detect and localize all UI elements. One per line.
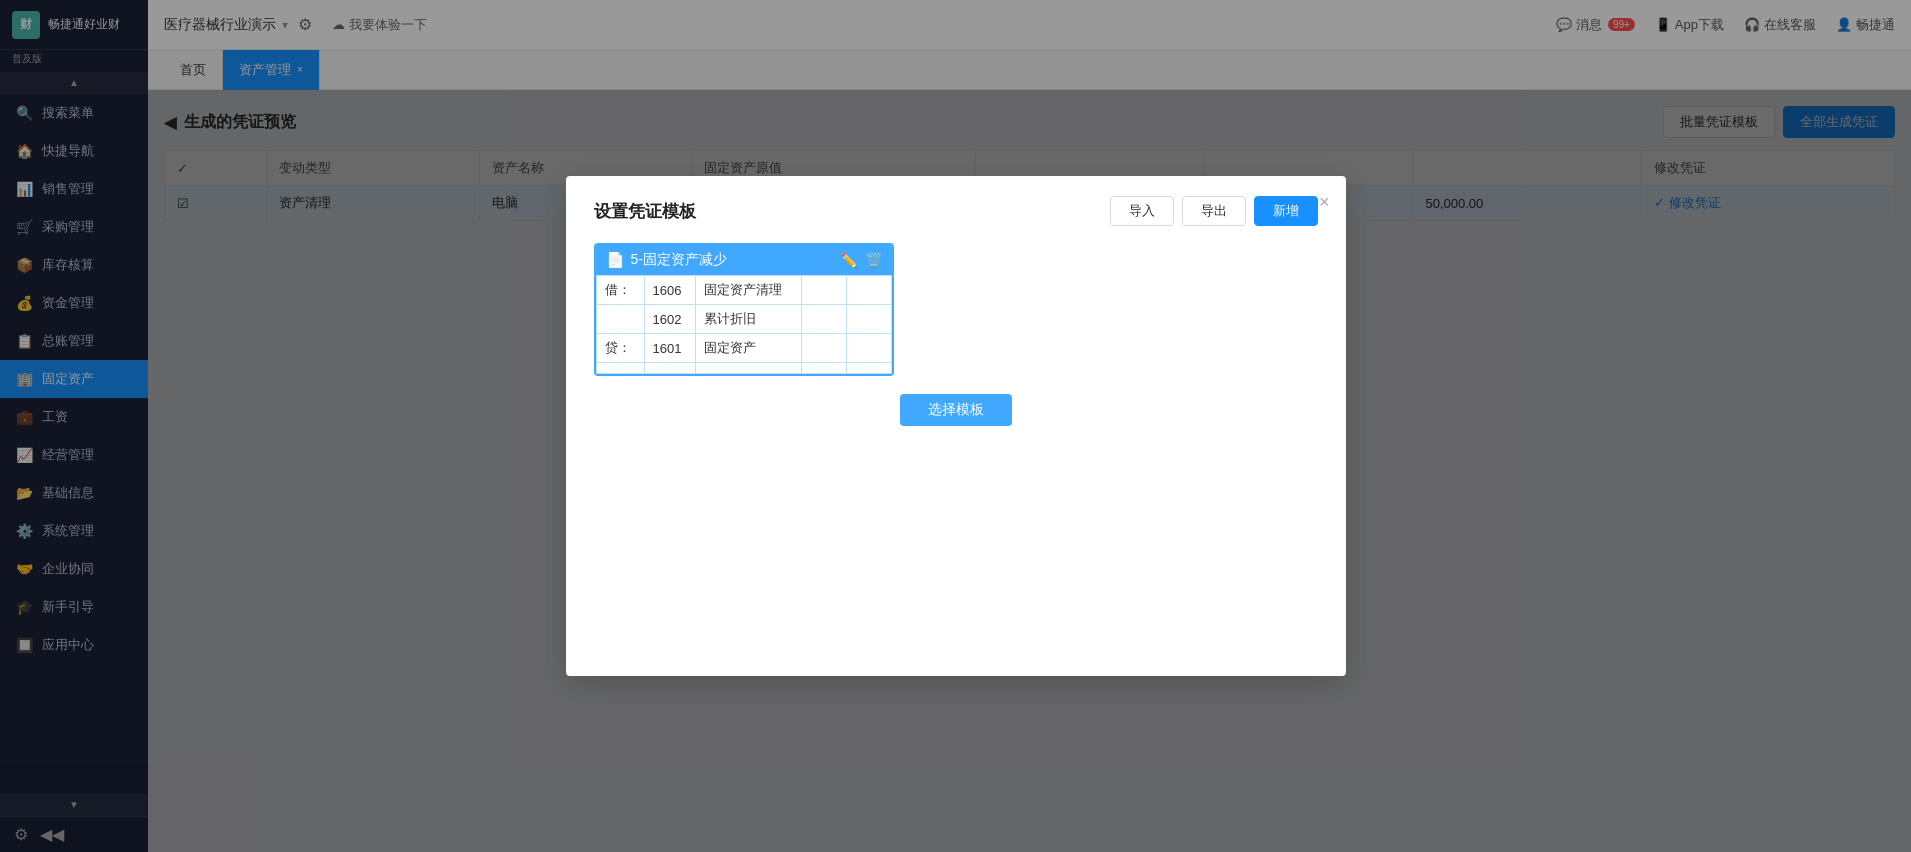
export-btn[interactable]: 导出: [1182, 196, 1246, 226]
modal-overlay: 设置凭证模板 × 导入 导出 新增 📄 5-固定资产减少 ✏️ 🗑️: [0, 0, 1911, 852]
select-template-btn[interactable]: 选择模板: [900, 394, 1012, 426]
entry-credit-1: [846, 276, 891, 305]
entry-debit-3: [802, 334, 847, 363]
entry-code-1: 1606: [644, 276, 695, 305]
import-btn[interactable]: 导入: [1110, 196, 1174, 226]
entry-debit-2: [802, 305, 847, 334]
template-entry-table: 借： 1606 固定资产清理 1602 累计折旧 贷：: [596, 275, 892, 374]
entry-credit-4: [846, 363, 891, 374]
set-template-modal: 设置凭证模板 × 导入 导出 新增 📄 5-固定资产减少 ✏️ 🗑️: [566, 176, 1346, 676]
template-delete-icon[interactable]: 🗑️: [865, 252, 882, 268]
template-card-header-left: 📄 5-固定资产减少: [606, 251, 727, 269]
entry-code-2: 1602: [644, 305, 695, 334]
template-row-3: 贷： 1601 固定资产: [596, 334, 891, 363]
entry-name-3: 固定资产: [695, 334, 801, 363]
template-row-4: [596, 363, 891, 374]
entry-name-1: 固定资产清理: [695, 276, 801, 305]
entry-type-2: [596, 305, 644, 334]
entry-code-4: [644, 363, 695, 374]
entry-name-2: 累计折旧: [695, 305, 801, 334]
modal-close-btn[interactable]: ×: [1319, 192, 1330, 213]
entry-code-3: 1601: [644, 334, 695, 363]
template-edit-icon[interactable]: ✏️: [840, 252, 857, 268]
entry-type-1: 借：: [596, 276, 644, 305]
entry-type-3: 贷：: [596, 334, 644, 363]
entry-credit-2: [846, 305, 891, 334]
entry-type-4: [596, 363, 644, 374]
modal-action-buttons: 导入 导出 新增: [1110, 196, 1318, 226]
new-template-btn[interactable]: 新增: [1254, 196, 1318, 226]
template-row-1: 借： 1606 固定资产清理: [596, 276, 891, 305]
entry-name-4: [695, 363, 801, 374]
template-row-2: 1602 累计折旧: [596, 305, 891, 334]
template-card-header: 📄 5-固定资产减少 ✏️ 🗑️: [596, 245, 892, 275]
template-file-icon: 📄: [606, 251, 625, 269]
template-name: 5-固定资产减少: [631, 251, 727, 269]
entry-debit-4: [802, 363, 847, 374]
entry-debit-1: [802, 276, 847, 305]
entry-credit-3: [846, 334, 891, 363]
template-card: 📄 5-固定资产减少 ✏️ 🗑️ 借： 1606 固定资产清理: [594, 243, 894, 376]
template-card-actions: ✏️ 🗑️: [840, 252, 882, 268]
